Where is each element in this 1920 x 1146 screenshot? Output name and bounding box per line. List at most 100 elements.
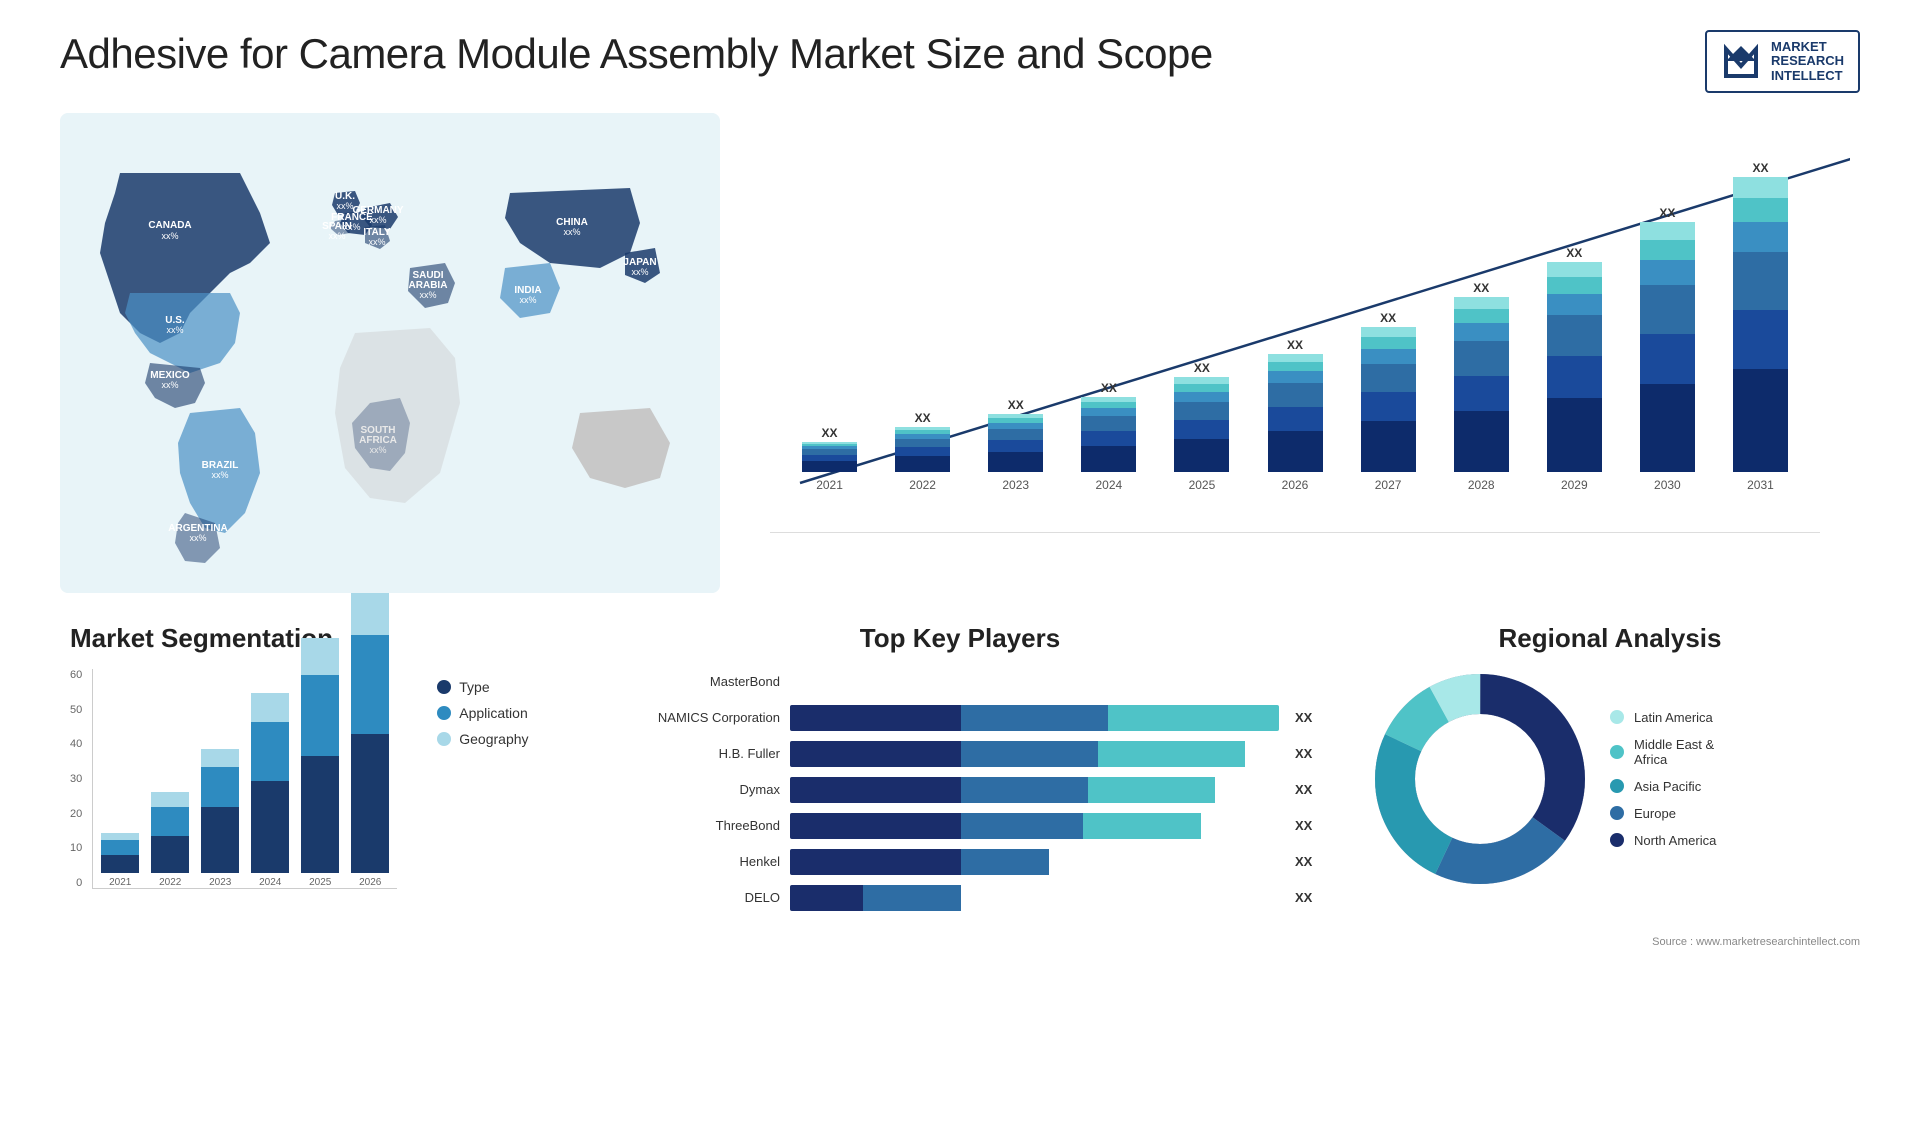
y-axis: 60 50 40 30 20 10 0	[70, 669, 82, 889]
player-bar-mid	[961, 705, 1108, 731]
bar-group-2029: XX2029	[1535, 246, 1614, 492]
legend-latin-america: Latin America	[1610, 710, 1716, 725]
bar-segment-2025-4	[1174, 384, 1229, 392]
legend-middle-east: Middle East &Africa	[1610, 737, 1716, 767]
svg-text:xx%: xx%	[419, 290, 436, 300]
bar-segment-2025-1	[1174, 420, 1229, 439]
seg-bar-group-2023: 2023	[201, 749, 239, 888]
seg-segment-2022-1	[151, 807, 189, 836]
bar-segment-2028-4	[1454, 309, 1509, 323]
seg-bar-stack-2024	[251, 693, 289, 873]
seg-segment-2022-2	[151, 792, 189, 807]
player-bar-mid	[961, 813, 1083, 839]
bar-segment-2028-3	[1454, 323, 1509, 341]
legend-type-dot	[437, 680, 451, 694]
bar-segment-2027-5	[1361, 327, 1416, 337]
bar-segment-2028-1	[1454, 376, 1509, 411]
bar-stack-2021	[802, 442, 857, 472]
svg-text:xx%: xx%	[368, 237, 385, 247]
regional-content: Latin America Middle East &Africa Asia P…	[1370, 669, 1850, 889]
player-row-henkel: HenkelXX	[600, 849, 1320, 875]
player-row-delo: DELOXX	[600, 885, 1320, 911]
svg-text:xx%: xx%	[328, 231, 345, 241]
bar-segment-2028-5	[1454, 297, 1509, 309]
player-row-h.b.fuller: H.B. FullerXX	[600, 741, 1320, 767]
seg-segment-2023-2	[201, 749, 239, 767]
main-grid: CANADA xx% U.S. xx% MEXICO xx% BRAZIL xx…	[60, 113, 1860, 931]
seg-segment-2023-0	[201, 807, 239, 873]
player-bar-dark	[790, 849, 961, 875]
player-bar-light	[1098, 741, 1245, 767]
bar-segment-2030-4	[1640, 240, 1695, 260]
bar-stack-2024	[1081, 397, 1136, 472]
bar-segment-2023-2	[988, 429, 1043, 441]
seg-bar-stack-2021	[101, 833, 139, 873]
bar-segment-2030-5	[1640, 222, 1695, 240]
legend-application: Application	[437, 705, 528, 721]
bar-segment-2024-2	[1081, 416, 1136, 431]
seg-segment-2026-0	[351, 734, 389, 873]
bar-xx-label-2026: XX	[1287, 338, 1303, 352]
bar-segment-2031-0	[1733, 369, 1788, 472]
bar-year-label-2028: 2028	[1468, 478, 1495, 492]
seg-segment-2025-2	[301, 638, 339, 675]
bar-xx-label-2030: XX	[1659, 206, 1675, 220]
player-bar-mid	[863, 885, 961, 911]
svg-text:xx%: xx%	[563, 227, 580, 237]
player-bar-light	[1088, 777, 1215, 803]
seg-bar-group-2026: 2026	[351, 584, 389, 888]
seg-year-label-2022: 2022	[159, 877, 181, 888]
svg-text:xx%: xx%	[161, 231, 178, 241]
bar-segment-2029-5	[1547, 262, 1602, 277]
seg-segment-2024-0	[251, 781, 289, 873]
player-name: ThreeBond	[600, 818, 780, 833]
bar-segment-2023-1	[988, 440, 1043, 452]
bar-stack-2023	[988, 414, 1043, 472]
legend-application-dot	[437, 706, 451, 720]
seg-bar-stack-2026	[351, 584, 389, 873]
player-bar-light	[1108, 705, 1279, 731]
bar-segment-2027-2	[1361, 364, 1416, 393]
legend-geography-dot	[437, 732, 451, 746]
bar-segment-2025-5	[1174, 377, 1229, 384]
logo: MARKET RESEARCH INTELLECT	[1705, 30, 1860, 93]
player-row-dymax: DymaxXX	[600, 777, 1320, 803]
bar-segment-2030-1	[1640, 334, 1695, 384]
bar-xx-label-2021: XX	[822, 426, 838, 440]
regional-legend: Latin America Middle East &Africa Asia P…	[1610, 710, 1716, 848]
bar-year-label-2027: 2027	[1375, 478, 1402, 492]
seg-bars-container: 202120222023202420252026	[92, 669, 397, 889]
bar-group-2022: XX2022	[883, 411, 962, 492]
seg-bar-stack-2023	[201, 749, 239, 873]
legend-mea-dot	[1610, 745, 1624, 759]
player-name: Dymax	[600, 782, 780, 797]
bar-group-2031: XX2031	[1721, 161, 1800, 492]
player-bar-mid	[961, 777, 1088, 803]
bar-segment-2027-4	[1361, 337, 1416, 349]
bar-segment-2031-1	[1733, 310, 1788, 369]
bar-xx-label-2024: XX	[1101, 381, 1117, 395]
seg-bar-group-2025: 2025	[301, 638, 339, 888]
player-name: MasterBond	[600, 674, 780, 689]
players-list: MasterBondNAMICS CorporationXXH.B. Fulle…	[600, 669, 1320, 911]
bar-segment-2026-2	[1268, 383, 1323, 407]
bar-xx-label-2022: XX	[915, 411, 931, 425]
bar-year-label-2031: 2031	[1747, 478, 1774, 492]
player-name: H.B. Fuller	[600, 746, 780, 761]
bar-year-label-2026: 2026	[1282, 478, 1309, 492]
regional-title: Regional Analysis	[1370, 623, 1850, 654]
bar-year-label-2024: 2024	[1095, 478, 1122, 492]
legend-apac-dot	[1610, 779, 1624, 793]
logo-icon	[1721, 41, 1761, 81]
bar-group-2025: XX2025	[1162, 361, 1241, 492]
seg-year-label-2023: 2023	[209, 877, 231, 888]
player-value: XX	[1295, 854, 1320, 869]
player-bar-mid	[961, 741, 1098, 767]
player-bar-dark	[790, 705, 961, 731]
player-value: XX	[1295, 890, 1320, 905]
bar-year-label-2029: 2029	[1561, 478, 1588, 492]
players-title: Top Key Players	[600, 623, 1320, 654]
player-bar-dark	[790, 777, 961, 803]
player-bar-container	[790, 741, 1279, 767]
bar-group-2023: XX2023	[976, 398, 1055, 492]
